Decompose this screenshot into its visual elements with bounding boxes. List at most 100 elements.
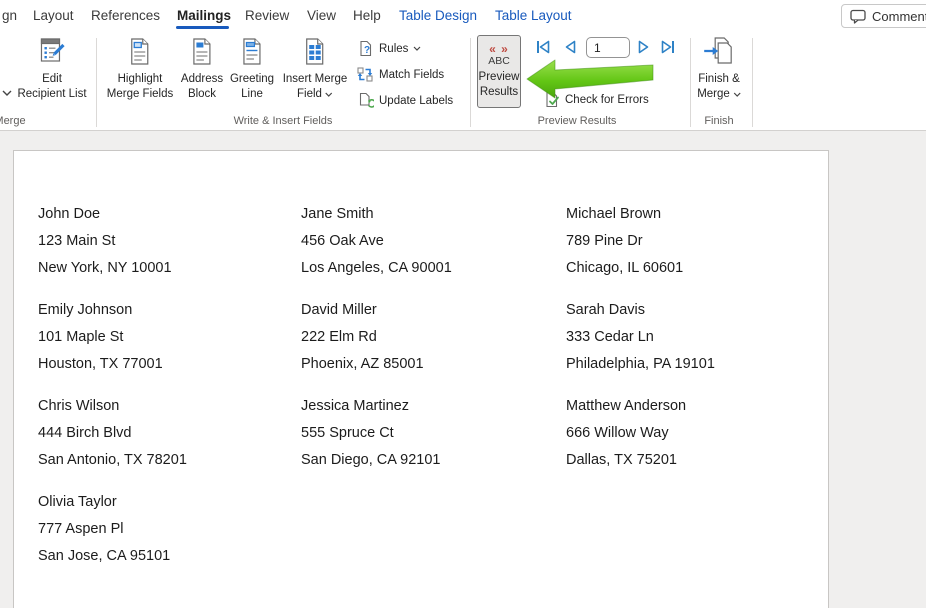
recipient-name: Chris Wilson	[38, 398, 120, 414]
preview-results-chevrons-icon: « »	[489, 41, 509, 56]
comment-bubble-icon	[850, 9, 866, 24]
preview-results-label-line1: Preview	[478, 70, 520, 83]
recipient-name: Jane Smith	[301, 206, 374, 222]
tab-view[interactable]: View	[307, 0, 336, 30]
highlight-merge-fields-label-line2: Merge Fields	[106, 88, 174, 100]
recipient-name: Sarah Davis	[566, 302, 645, 318]
label-cell[interactable]: Matthew Anderson 666 Willow Way Dallas, …	[566, 393, 816, 474]
greeting-line-icon	[238, 35, 266, 69]
tab-design-cut[interactable]: gn	[2, 0, 17, 30]
check-for-errors-icon	[544, 91, 560, 108]
address-block-label-line1: Address	[180, 73, 224, 85]
recipient-city: San Diego, CA 92101	[301, 452, 441, 468]
recipient-city: Dallas, TX 75201	[566, 452, 677, 468]
previous-record-button[interactable]	[562, 38, 580, 56]
recipient-city: Phoenix, AZ 85001	[301, 356, 424, 372]
check-for-errors-label: Check for Errors	[565, 93, 649, 106]
svg-text:?: ?	[364, 45, 370, 56]
greeting-line-label-line1: Greeting	[229, 73, 275, 85]
group-label-finish: Finish	[704, 115, 734, 127]
recipient-street: 101 Maple St	[38, 329, 124, 345]
group-divider	[470, 38, 471, 127]
comments-button[interactable]: Comments	[841, 4, 926, 28]
greeting-line-button[interactable]: Greeting Line	[230, 35, 274, 102]
recipient-city: Philadelphia, PA 19101	[566, 356, 715, 372]
edit-recipient-list-label-line1: Edit	[42, 73, 62, 85]
rules-button[interactable]: ? Rules	[358, 40, 421, 57]
address-block-button[interactable]: Address Block	[181, 35, 223, 102]
recipient-street: 456 Oak Ave	[301, 233, 384, 249]
finish-and-merge-label-line2: Merge	[697, 88, 730, 100]
insert-merge-field-label-line2: Field	[297, 88, 322, 100]
group-label-preview-results: Preview Results	[537, 115, 617, 127]
tab-table-layout[interactable]: Table Layout	[495, 0, 572, 30]
preview-results-toggle-button[interactable]: « » ABC Preview Results	[477, 35, 521, 108]
recipient-city: San Antonio, TX 78201	[38, 452, 187, 468]
match-fields-icon	[356, 66, 374, 83]
recipient-name: Michael Brown	[566, 206, 662, 222]
active-tab-underline	[176, 26, 229, 29]
recipient-city: San Jose, CA 95101	[38, 548, 171, 564]
record-number-input[interactable]	[586, 37, 630, 58]
chevron-down-icon	[325, 92, 333, 97]
group-label-merge: Merge	[0, 115, 26, 127]
menu-bar: gn Layout References Mailings Review Vie…	[0, 0, 926, 30]
recipient-city: Chicago, IL 60601	[566, 260, 684, 276]
greeting-line-label-line2: Line	[241, 88, 263, 100]
label-cell[interactable]: Sarah Davis 333 Cedar Ln Philadelphia, P…	[566, 297, 816, 378]
preview-results-abc-label: ABC	[488, 54, 510, 67]
highlight-merge-fields-icon	[126, 35, 154, 69]
insert-merge-field-button[interactable]: Insert Merge Field	[282, 35, 348, 102]
tab-review[interactable]: Review	[245, 0, 289, 30]
first-record-button[interactable]	[535, 38, 553, 56]
recipient-name: Jessica Martinez	[301, 398, 409, 414]
check-for-errors-button[interactable]: Check for Errors	[544, 91, 649, 108]
recipient-name: Emily Johnson	[38, 302, 133, 318]
finish-and-merge-icon	[702, 35, 736, 69]
address-block-label-line2: Block	[187, 88, 217, 100]
rules-label: Rules	[379, 42, 409, 55]
tab-help[interactable]: Help	[353, 0, 381, 30]
find-recipient-button[interactable]: Find Recipient	[543, 67, 638, 84]
chevron-down-icon	[733, 92, 741, 97]
group-divider	[96, 38, 97, 127]
find-recipient-icon	[543, 67, 559, 84]
recipient-city: New York, NY 10001	[38, 260, 172, 276]
highlight-merge-fields-button[interactable]: Highlight Merge Fields	[107, 35, 173, 102]
recipient-list-icon	[37, 35, 67, 69]
recipient-name: Olivia Taylor	[38, 494, 117, 510]
recipient-street: 444 Birch Blvd	[38, 425, 132, 441]
edit-recipient-list-button[interactable]: Edit Recipient List	[17, 35, 87, 102]
match-fields-button[interactable]: Match Fields	[356, 66, 444, 83]
group-divider	[690, 38, 691, 127]
find-recipient-label: Find Recipient	[564, 69, 638, 82]
tab-table-design[interactable]: Table Design	[399, 0, 477, 30]
tab-references[interactable]: References	[91, 0, 160, 30]
label-cell[interactable]: Emily Johnson 101 Maple St Houston, TX 7…	[38, 297, 288, 378]
label-cell[interactable]: Olivia Taylor 777 Aspen Pl San Jose, CA …	[38, 489, 288, 570]
document-canvas: John Doe 123 Main St New York, NY 10001 …	[0, 131, 926, 608]
match-fields-label: Match Fields	[379, 68, 445, 81]
tab-layout[interactable]: Layout	[33, 0, 74, 30]
insert-merge-field-label-line1: Insert Merge	[282, 73, 348, 85]
chevron-down-icon[interactable]	[2, 90, 12, 96]
recipient-street: 333 Cedar Ln	[566, 329, 654, 345]
recipient-street: 789 Pine Dr	[566, 233, 643, 249]
last-record-button[interactable]	[658, 38, 676, 56]
label-cell[interactable]: Jessica Martinez 555 Spruce Ct San Diego…	[301, 393, 551, 474]
group-label-write-insert-fields: Write & Insert Fields	[233, 115, 333, 127]
label-cell[interactable]: Michael Brown 789 Pine Dr Chicago, IL 60…	[566, 201, 816, 282]
finish-and-merge-button[interactable]: Finish & Merge	[697, 35, 741, 102]
recipient-city: Houston, TX 77001	[38, 356, 163, 372]
recipient-name: Matthew Anderson	[566, 398, 687, 414]
update-labels-button[interactable]: Update Labels	[358, 92, 453, 109]
next-record-button[interactable]	[634, 38, 652, 56]
label-cell[interactable]: David Miller 222 Elm Rd Phoenix, AZ 8500…	[301, 297, 551, 378]
comments-label: Comments	[872, 8, 926, 24]
recipient-street: 777 Aspen Pl	[38, 521, 124, 537]
document-page[interactable]: John Doe 123 Main St New York, NY 10001 …	[13, 150, 829, 608]
label-cell[interactable]: Chris Wilson 444 Birch Blvd San Antonio,…	[38, 393, 288, 474]
group-divider	[752, 38, 753, 127]
label-cell[interactable]: Jane Smith 456 Oak Ave Los Angeles, CA 9…	[301, 201, 551, 282]
label-cell[interactable]: John Doe 123 Main St New York, NY 10001	[38, 201, 288, 282]
